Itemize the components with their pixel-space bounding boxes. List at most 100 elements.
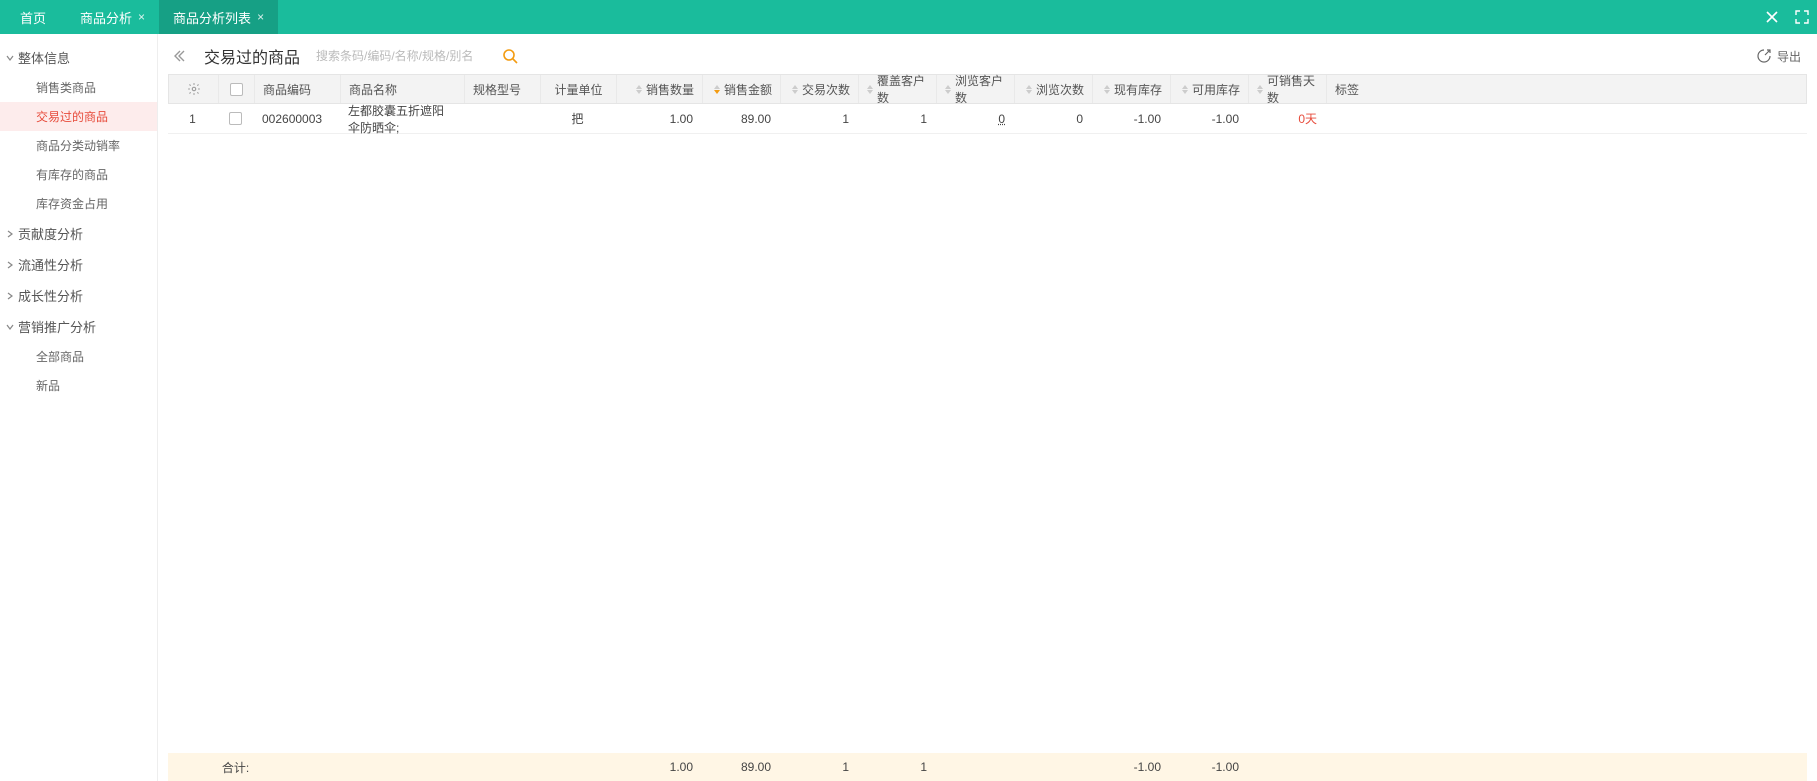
cell-days: 0天 [1248,104,1326,133]
footer-cell [1326,753,1807,781]
footer-value: 89.00 [741,760,771,774]
tab-label: 商品分析 [80,8,132,27]
sidebar-item[interactable]: 销售类商品 [0,73,157,102]
search-input[interactable] [314,45,494,67]
search-wrap [314,45,518,67]
footer-cell [540,753,616,781]
col-label: 标签 [1335,81,1359,98]
table-header: 商品编码 商品名称 规格型号 计量单位 销售数量 销售金额 交易次数 覆盖客户数… [168,74,1807,104]
footer-stock: -1.00 [1092,753,1170,781]
col-avail[interactable]: 可用库存 [1171,75,1249,103]
tab-close-icon[interactable]: × [138,10,145,24]
table-footer: 合计: 1.00 89.00 1 1 -1.00 -1.00 [168,753,1807,781]
col-label: 销售数量 [646,81,694,98]
chevron-down-icon [6,323,14,331]
cell-tx: 1 [780,104,858,133]
footer-cell [340,753,464,781]
footer-value: -1.00 [1134,760,1161,774]
tab-bar: 首页 商品分析 × 商品分析列表 × [0,0,1817,34]
col-spec[interactable]: 规格型号 [465,75,541,103]
export-icon [1757,49,1771,63]
sidebar-item[interactable]: 全部商品 [0,342,157,371]
cell-avail: -1.00 [1170,104,1248,133]
cell-name: 左都胶囊五折遮阳伞防晒伞; [340,104,464,133]
col-label: 计量单位 [554,81,602,98]
col-stock[interactable]: 现有库存 [1093,75,1171,103]
collapse-sidebar-button[interactable] [168,45,190,67]
cell-bcust[interactable]: 0 [936,104,1014,133]
sidebar-group: 整体信息销售类商品交易过的商品商品分类动销率有库存的商品库存资金占用 [0,42,157,218]
table-body: 1002600003左都胶囊五折遮阳伞防晒伞;把1.0089.001100-1.… [168,104,1807,134]
sidebar-group-header[interactable]: 整体信息 [0,42,157,73]
sidebar-item[interactable]: 有库存的商品 [0,160,157,189]
col-name[interactable]: 商品名称 [341,75,465,103]
footer-amt: 89.00 [702,753,780,781]
col-amt[interactable]: 销售金额 [703,75,781,103]
page-title: 交易过的商品 [204,44,300,68]
checkbox-icon [229,112,242,125]
cell-checkbox[interactable] [218,104,254,133]
cell-qty: 1.00 [616,104,702,133]
export-button[interactable]: 导出 [1757,48,1801,65]
col-checkbox-all[interactable] [219,75,255,103]
sidebar-item[interactable]: 新品 [0,371,157,400]
col-bcnt[interactable]: 浏览次数 [1015,75,1093,103]
fullscreen-icon[interactable] [1793,8,1811,26]
sort-icon [792,85,798,94]
col-label: 交易次数 [802,81,850,98]
sidebar-item[interactable]: 库存资金占用 [0,189,157,218]
sidebar-group-label: 流通性分析 [18,255,83,274]
sidebar-group-header[interactable]: 贡献度分析 [0,218,157,249]
close-all-tabs-icon[interactable] [1763,8,1781,26]
tab-label: 首页 [20,8,46,27]
col-bcust[interactable]: 浏览客户数 [937,75,1015,103]
col-label: 浏览次数 [1036,81,1084,98]
tabbar-actions [1763,0,1811,34]
footer-tx: 1 [780,753,858,781]
col-qty[interactable]: 销售数量 [617,75,703,103]
footer-cell [1248,753,1326,781]
footer-cell [936,753,1014,781]
search-icon[interactable] [502,48,518,64]
tab-home[interactable]: 首页 [0,0,66,34]
col-settings[interactable] [169,75,219,103]
col-label: 浏览客户数 [955,74,1006,106]
footer-cust: 1 [858,753,936,781]
col-label: 销售金额 [724,81,772,98]
footer-qty: 1.00 [616,753,702,781]
main-header: 交易过的商品 导出 [158,34,1817,74]
sidebar-group-label: 成长性分析 [18,286,83,305]
col-label: 可销售天数 [1267,74,1318,106]
tab-product-analysis[interactable]: 商品分析 × [66,0,159,34]
cell-code: 002600003 [254,104,340,133]
col-days[interactable]: 可销售天数 [1249,75,1327,103]
sidebar-group-header[interactable]: 流通性分析 [0,249,157,280]
col-cust[interactable]: 覆盖客户数 [859,75,937,103]
col-unit[interactable]: 计量单位 [541,75,617,103]
export-label: 导出 [1777,48,1801,65]
tab-close-icon[interactable]: × [257,10,264,24]
footer-label-cell [168,753,218,781]
main-panel: 交易过的商品 导出 [158,34,1817,781]
sort-icon [714,85,720,94]
tab-product-analysis-list[interactable]: 商品分析列表 × [159,0,278,34]
sidebar: 整体信息销售类商品交易过的商品商品分类动销率有库存的商品库存资金占用贡献度分析流… [0,34,158,781]
sidebar-group-header[interactable]: 营销推广分析 [0,311,157,342]
chevron-right-icon [6,230,14,238]
sort-icon [636,85,642,94]
sort-icon [945,85,951,94]
col-code[interactable]: 商品编码 [255,75,341,103]
sidebar-group-label: 营销推广分析 [18,317,96,336]
col-tag[interactable]: 标签 [1327,75,1806,103]
table-row[interactable]: 1002600003左都胶囊五折遮阳伞防晒伞;把1.0089.001100-1.… [168,104,1807,134]
footer-value: -1.00 [1212,760,1239,774]
sort-icon [1104,85,1110,94]
sidebar-item[interactable]: 商品分类动销率 [0,131,157,160]
sidebar-item[interactable]: 交易过的商品 [0,102,157,131]
cell-stock: -1.00 [1092,104,1170,133]
col-tx[interactable]: 交易次数 [781,75,859,103]
sidebar-group-label: 整体信息 [18,48,70,67]
sidebar-group-header[interactable]: 成长性分析 [0,280,157,311]
cell-amt: 89.00 [702,104,780,133]
sort-icon [1182,85,1188,94]
